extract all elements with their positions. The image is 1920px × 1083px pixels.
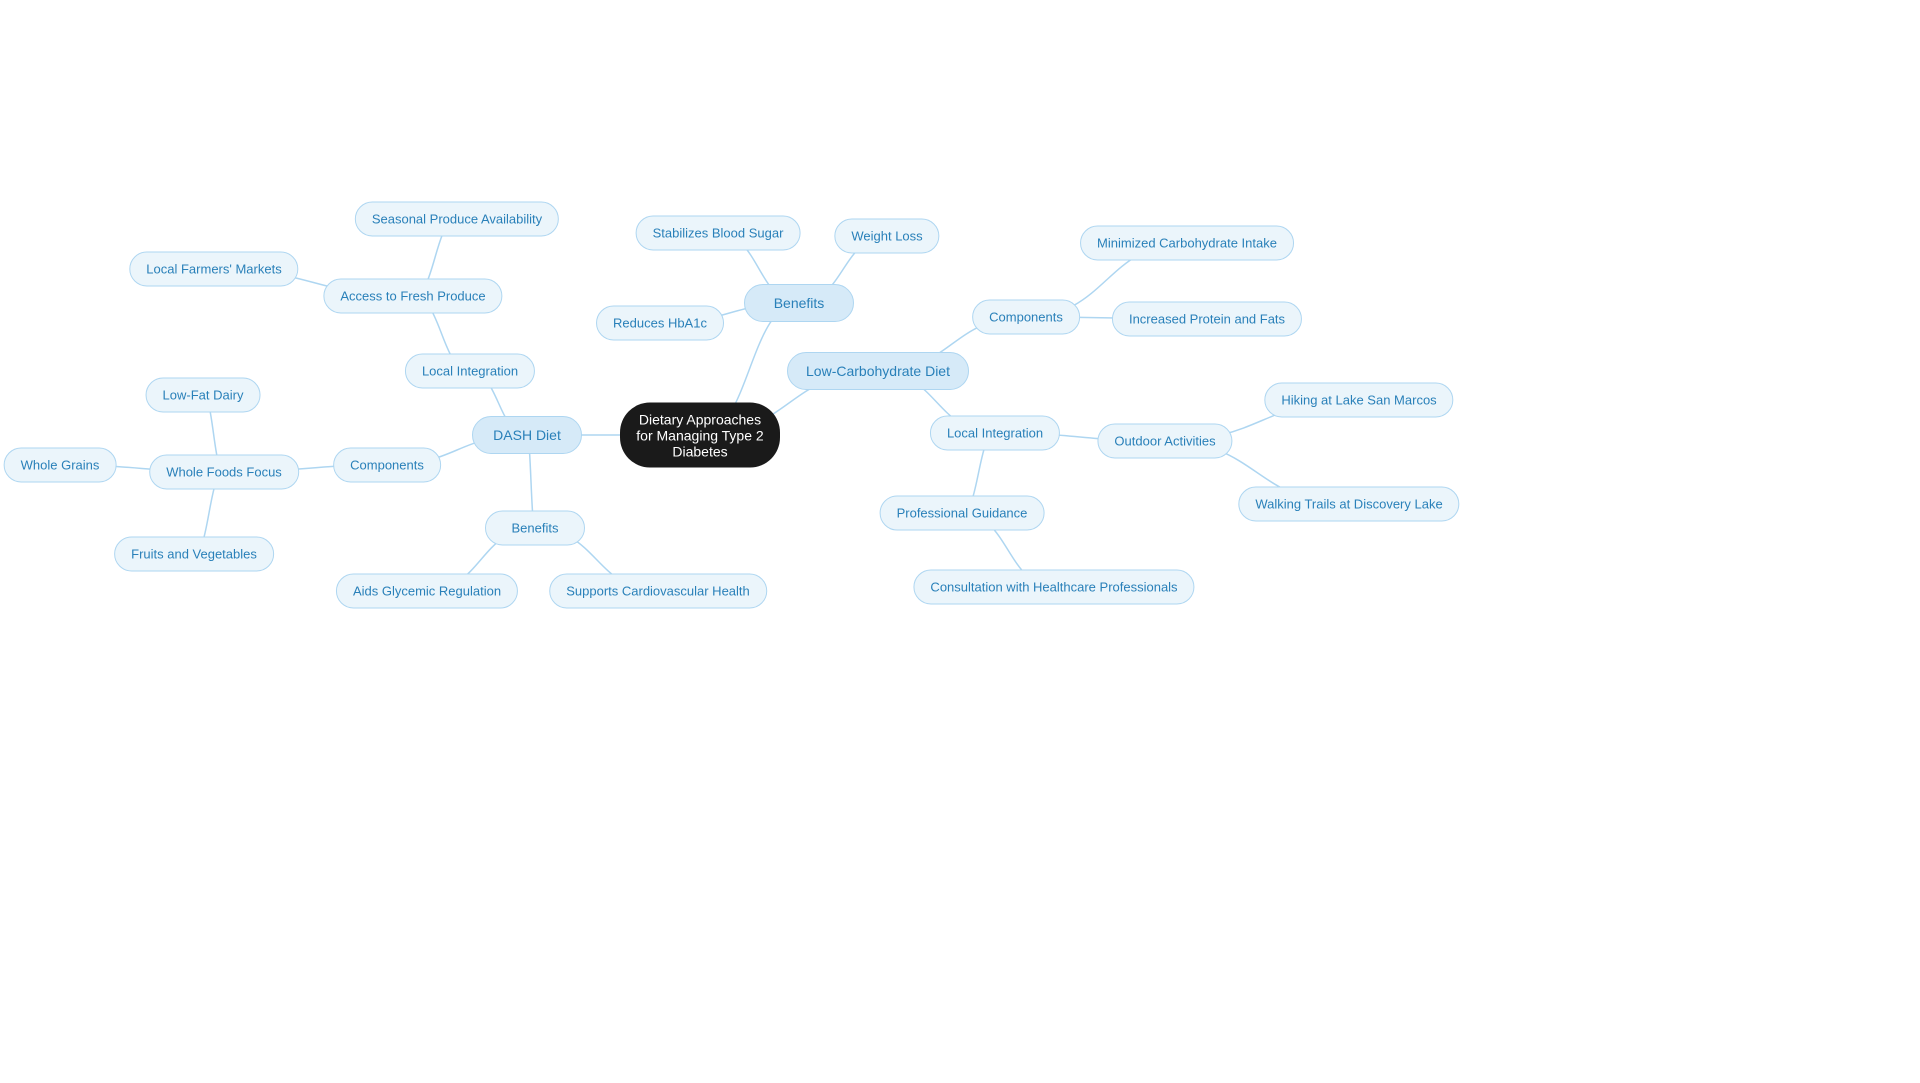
node-outdoorActivities[interactable]: Outdoor Activities (1097, 424, 1232, 459)
node-seasonalProduce[interactable]: Seasonal Produce Availability (355, 202, 559, 237)
node-dashBenefits[interactable]: Benefits (485, 511, 585, 546)
node-walkingTrails[interactable]: Walking Trails at Discovery Lake (1238, 487, 1459, 522)
node-lowFatDairy[interactable]: Low-Fat Dairy (146, 378, 261, 413)
node-minimizedCarb[interactable]: Minimized Carbohydrate Intake (1080, 226, 1294, 261)
node-stabilizesBlood[interactable]: Stabilizes Blood Sugar (636, 216, 801, 251)
node-dashComponents[interactable]: Components (333, 448, 441, 483)
node-localFarmers[interactable]: Local Farmers' Markets (129, 252, 298, 287)
node-center[interactable]: Dietary Approaches for Managing Type 2 D… (620, 403, 780, 468)
node-lcComponents[interactable]: Components (972, 300, 1080, 335)
node-wholeGrains[interactable]: Whole Grains (4, 448, 117, 483)
node-accessFreshProduce[interactable]: Access to Fresh Produce (323, 279, 502, 314)
node-hikingLake[interactable]: Hiking at Lake San Marcos (1264, 383, 1453, 418)
node-wholeFoodsFocus[interactable]: Whole Foods Focus (149, 455, 299, 490)
node-increasedProtein[interactable]: Increased Protein and Fats (1112, 302, 1302, 337)
node-consultationHealth[interactable]: Consultation with Healthcare Professiona… (913, 570, 1194, 605)
node-benefitsDash[interactable]: Benefits (744, 284, 854, 322)
node-reducesHba1c[interactable]: Reduces HbA1c (596, 306, 724, 341)
node-supportsCardio[interactable]: Supports Cardiovascular Health (549, 574, 767, 609)
node-fruitsVeg[interactable]: Fruits and Vegetables (114, 537, 274, 572)
node-lcLocalIntegration[interactable]: Local Integration (930, 416, 1060, 451)
connections-svg (0, 0, 1920, 1083)
node-weightLoss[interactable]: Weight Loss (834, 219, 939, 254)
node-aidsGlycemic[interactable]: Aids Glycemic Regulation (336, 574, 518, 609)
mindmap-canvas: Dietary Approaches for Managing Type 2 D… (0, 0, 1920, 1083)
node-localIntegrationDash[interactable]: Local Integration (405, 354, 535, 389)
node-lowCarbDiet[interactable]: Low-Carbohydrate Diet (787, 352, 969, 390)
node-dashDiet[interactable]: DASH Diet (472, 416, 582, 454)
node-professionalGuidance[interactable]: Professional Guidance (880, 496, 1045, 531)
